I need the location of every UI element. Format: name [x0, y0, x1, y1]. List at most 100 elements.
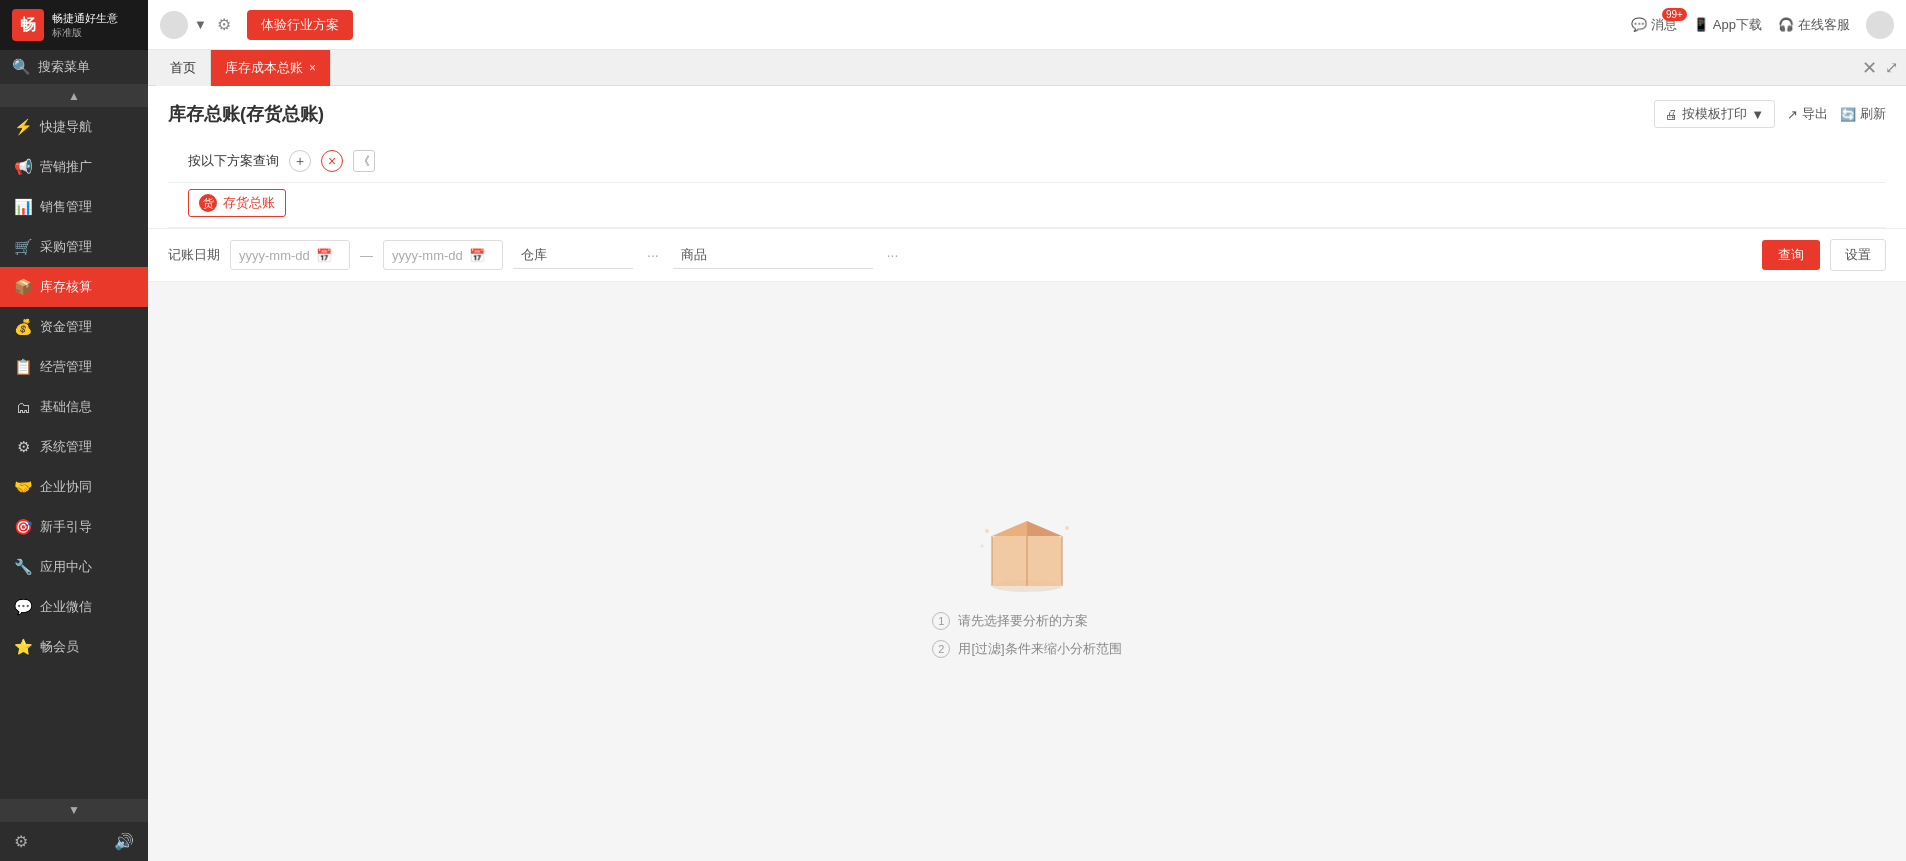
basic-icon: 🗂	[14, 398, 32, 416]
topbar-gear-icon[interactable]: ⚙	[217, 15, 231, 34]
sidebar-item-member[interactable]: ⭐ 畅会员	[0, 627, 148, 667]
warehouse-more-btn[interactable]: ···	[643, 247, 663, 263]
scheme-item-inventory[interactable]: 货 存货总账	[188, 189, 286, 217]
sidebar-item-quick-nav[interactable]: ⚡ 快捷导航	[0, 107, 148, 147]
sidebar-item-sales[interactable]: 📊 销售管理	[0, 187, 148, 227]
sidebar-scroll-up[interactable]: ▲	[0, 85, 148, 107]
close-all-icon[interactable]: ✕	[1862, 57, 1877, 79]
settings-btn[interactable]: 设置	[1830, 239, 1886, 271]
sidebar-item-app-center[interactable]: 🔧 应用中心	[0, 547, 148, 587]
sidebar-item-marketing[interactable]: 📢 营销推广	[0, 147, 148, 187]
message-btn[interactable]: 💬 消息 99+	[1631, 16, 1677, 34]
sidebar-item-label: 系统管理	[40, 438, 92, 456]
export-label: 导出	[1802, 105, 1828, 123]
tip-num-2: 2	[932, 640, 950, 658]
marketing-icon: 📢	[14, 158, 32, 176]
online-service-btn[interactable]: 🎧 在线客服	[1778, 16, 1850, 34]
wechat-icon: 💬	[14, 598, 32, 616]
sidebar-logo: 畅 畅捷通好生意 标准版	[0, 0, 148, 50]
search-bar: 记账日期 yyyy-mm-dd 📅 — yyyy-mm-dd 📅 仓库 ··· …	[148, 229, 1906, 282]
date-end-placeholder: yyyy-mm-dd	[392, 248, 463, 263]
date-start-input[interactable]: yyyy-mm-dd 📅	[230, 240, 350, 270]
print-btn[interactable]: 🖨 按模板打印 ▼	[1654, 100, 1775, 128]
tab-active-label: 库存成本总账	[225, 59, 303, 77]
sidebar-search[interactable]: 🔍 搜索菜单	[0, 50, 148, 85]
quick-nav-icon: ⚡	[14, 118, 32, 136]
refresh-icon: 🔄	[1840, 107, 1856, 122]
user-avatar[interactable]	[1866, 11, 1894, 39]
sidebar-item-operations[interactable]: 📋 经营管理	[0, 347, 148, 387]
sidebar-item-system[interactable]: ⚙ 系统管理	[0, 427, 148, 467]
sidebar-item-purchase[interactable]: 🛒 采购管理	[0, 227, 148, 267]
topbar-company-dropdown[interactable]: ▼	[194, 17, 207, 32]
sidebar-item-basic[interactable]: 🗂 基础信息	[0, 387, 148, 427]
tab-active[interactable]: 库存成本总账 ×	[211, 50, 331, 86]
app-download-label: App下载	[1713, 16, 1762, 34]
tabs-right: ✕ ⤢	[1862, 57, 1898, 79]
finance-icon: 💰	[14, 318, 32, 336]
sidebar-item-finance[interactable]: 💰 资金管理	[0, 307, 148, 347]
filter-collapse-btn[interactable]: 《	[353, 150, 375, 172]
date-end-input[interactable]: yyyy-mm-dd 📅	[383, 240, 503, 270]
empty-tip-2: 2 用[过滤]条件来缩小分析范围	[932, 640, 1121, 658]
logo-text: 畅捷通好生意 标准版	[52, 11, 118, 38]
logo-icon: 畅	[12, 9, 44, 41]
industry-btn[interactable]: 体验行业方案	[247, 10, 353, 40]
page-title-row: 库存总账(存货总账) 🖨 按模板打印 ▼ ↗ 导出 🔄 刷新	[168, 100, 1886, 128]
calendar-start-icon[interactable]: 📅	[316, 248, 332, 263]
phone-icon: 📱	[1693, 17, 1709, 32]
goods-label: 商品	[681, 246, 707, 264]
goods-select[interactable]: 商品	[673, 242, 873, 269]
sidebar: 畅 畅捷通好生意 标准版 🔍 搜索菜单 ▲ ⚡ 快捷导航 📢 营销推广 📊 销售…	[0, 0, 148, 861]
search-btn[interactable]: 查询	[1762, 240, 1820, 270]
tip-num-1: 1	[932, 612, 950, 630]
purchase-icon: 🛒	[14, 238, 32, 256]
newbie-icon: 🎯	[14, 518, 32, 536]
warehouse-select[interactable]: 仓库	[513, 242, 633, 269]
app-download-btn[interactable]: 📱 App下载	[1693, 16, 1762, 34]
filter-add-btn[interactable]: +	[289, 150, 311, 172]
enterprise-icon: 🤝	[14, 478, 32, 496]
online-service-label: 在线客服	[1798, 16, 1850, 34]
sidebar-item-enterprise[interactable]: 🤝 企业协同	[0, 467, 148, 507]
empty-tips: 1 请先选择要分析的方案 2 用[过滤]条件来缩小分析范围	[932, 612, 1121, 658]
sidebar-item-label: 快捷导航	[40, 118, 92, 136]
member-icon: ⭐	[14, 638, 32, 656]
sidebar-item-newbie[interactable]: 🎯 新手引导	[0, 507, 148, 547]
date-start-placeholder: yyyy-mm-dd	[239, 248, 310, 263]
sidebar-item-label: 企业协同	[40, 478, 92, 496]
inventory-icon: 📦	[14, 278, 32, 296]
calendar-end-icon[interactable]: 📅	[469, 248, 485, 263]
message-icon: 💬	[1631, 17, 1647, 32]
sidebar-item-label: 采购管理	[40, 238, 92, 256]
page-header-actions: 🖨 按模板打印 ▼ ↗ 导出 🔄 刷新	[1654, 100, 1886, 128]
tab-close-btn[interactable]: ×	[309, 61, 316, 75]
sidebar-nav-list: ⚡ 快捷导航 📢 营销推广 📊 销售管理 🛒 采购管理 📦 库存核算 💰 资金管…	[0, 107, 148, 799]
system-icon: ⚙	[14, 438, 32, 456]
svg-point-5	[985, 529, 989, 533]
export-btn[interactable]: ↗ 导出	[1787, 105, 1828, 123]
sidebar-item-label: 销售管理	[40, 198, 92, 216]
tab-home[interactable]: 首页	[156, 50, 211, 86]
sidebar-item-label: 经营管理	[40, 358, 92, 376]
scheme-list: 货 存货总账	[168, 183, 1886, 228]
expand-icon[interactable]: ⤢	[1885, 58, 1898, 77]
sidebar-item-label: 企业微信	[40, 598, 92, 616]
sales-icon: 📊	[14, 198, 32, 216]
logo-line1: 畅捷通好生意	[52, 11, 118, 25]
topbar-left: ▼ ⚙ 体验行业方案	[160, 10, 1631, 40]
empty-state: 1 请先选择要分析的方案 2 用[过滤]条件来缩小分析范围	[148, 282, 1906, 861]
speaker-icon[interactable]: 🔊	[114, 832, 134, 851]
topbar-right: 💬 消息 99+ 📱 App下载 🎧 在线客服	[1631, 11, 1894, 39]
sidebar-item-label: 资金管理	[40, 318, 92, 336]
settings-bottom-icon[interactable]: ⚙	[14, 832, 28, 851]
empty-illustration	[972, 486, 1082, 596]
filter-remove-btn[interactable]: ×	[321, 150, 343, 172]
sidebar-item-label: 库存核算	[40, 278, 92, 296]
sidebar-scroll-down[interactable]: ▼	[0, 799, 148, 821]
goods-more-btn[interactable]: ···	[883, 247, 903, 263]
refresh-btn[interactable]: 🔄 刷新	[1840, 105, 1886, 123]
sidebar-item-wechat[interactable]: 💬 企业微信	[0, 587, 148, 627]
content-area: 库存总账(存货总账) 🖨 按模板打印 ▼ ↗ 导出 🔄 刷新	[148, 86, 1906, 861]
sidebar-item-inventory[interactable]: 📦 库存核算	[0, 267, 148, 307]
